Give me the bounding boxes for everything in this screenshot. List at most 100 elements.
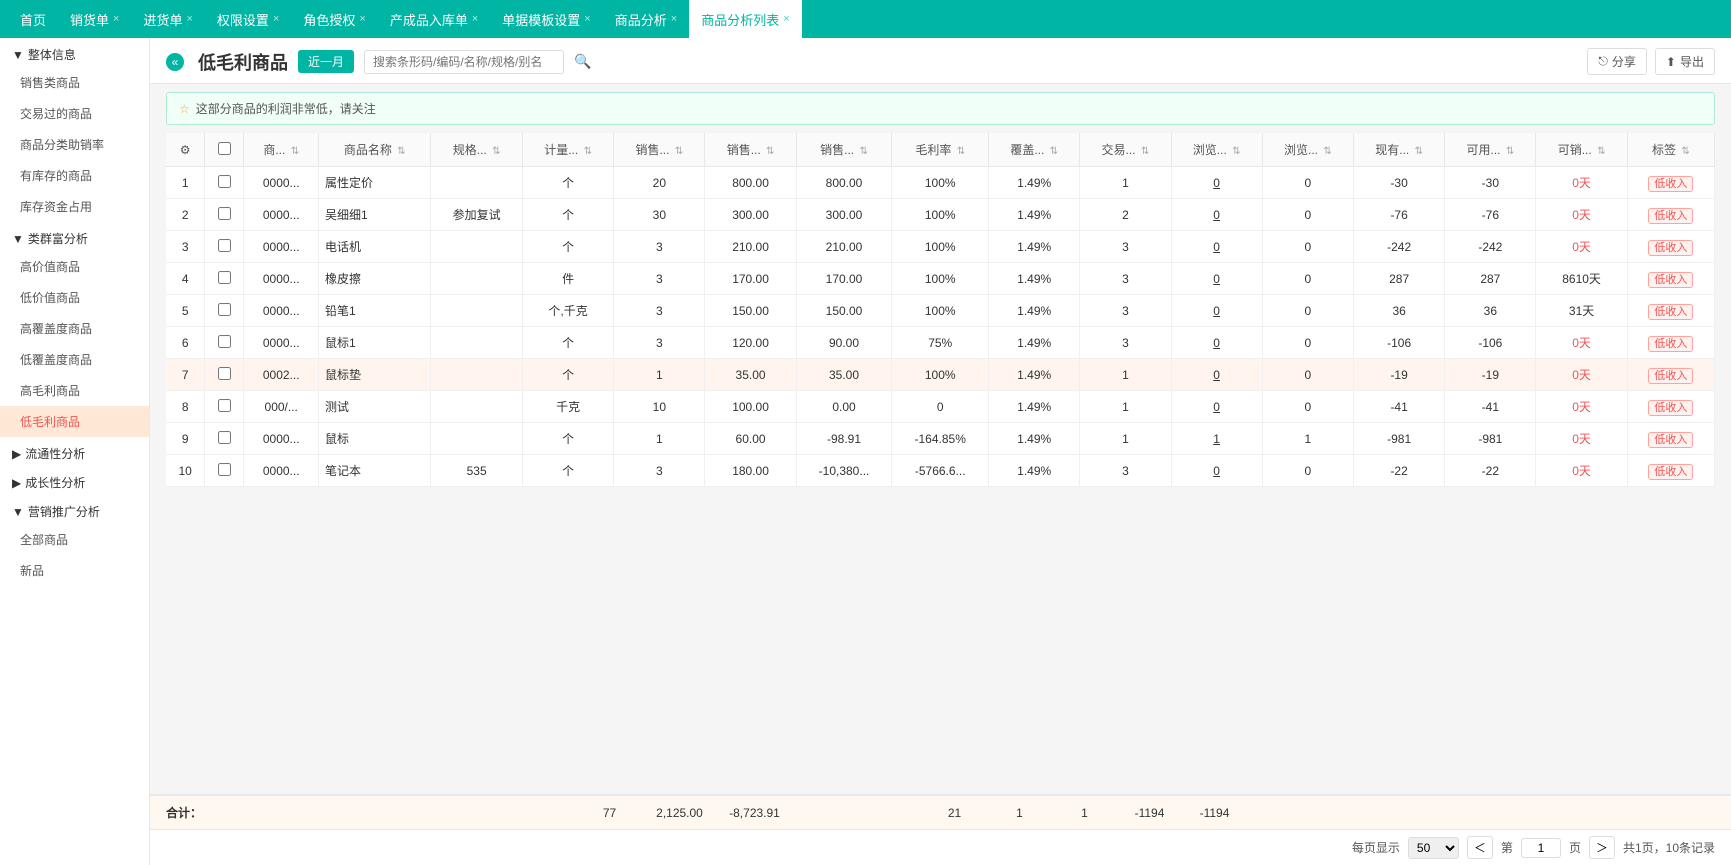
footer-sales3: -8,723.91	[717, 806, 792, 820]
sidebar-item-stock-capital[interactable]: 库存资金占用	[0, 191, 149, 222]
col-gross-rate: 毛利率 ⇅	[892, 133, 989, 167]
footer-available: -1194	[1182, 806, 1247, 820]
row-spec: 535	[431, 455, 523, 487]
row-trades: 3	[1080, 295, 1171, 327]
sidebar-group-growth[interactable]: ▶ 成长性分析	[0, 466, 149, 495]
row-name: 吴细细1	[319, 199, 431, 231]
arrow-right-icon: ▶	[12, 447, 21, 461]
nav-product-warehousing[interactable]: 产成品入库单 ×	[378, 0, 490, 38]
export-button[interactable]: ⬆ 导出	[1655, 48, 1715, 75]
sidebar-item-high-coverage[interactable]: 高覆盖度商品	[0, 313, 149, 344]
nav-sales-order[interactable]: 销货单 ×	[58, 0, 131, 38]
row-browse1: 0	[1171, 231, 1262, 263]
sidebar-group-overall[interactable]: ▼ 整体信息	[0, 38, 149, 67]
sidebar-item-category-rate[interactable]: 商品分类助销率	[0, 129, 149, 160]
row-checkbox[interactable]	[205, 359, 244, 391]
header-actions: ⎋ 分享 ⬆ 导出	[1587, 48, 1715, 75]
nav-product-analysis[interactable]: 商品分析 ×	[603, 0, 689, 38]
row-sales2: 120.00	[705, 327, 796, 359]
row-checkbox[interactable]	[205, 391, 244, 423]
close-product-warehousing-icon[interactable]: ×	[472, 13, 478, 25]
row-browse2: 0	[1262, 231, 1353, 263]
col-sellable: 可销... ⇅	[1536, 133, 1627, 167]
row-checkbox[interactable]	[205, 167, 244, 199]
sidebar-group-marketing[interactable]: ▼ 营销推广分析	[0, 495, 149, 524]
table-row: 2 0000... 吴细细1 参加复试 个 30 300.00 300.00 1…	[166, 199, 1715, 231]
sidebar-item-high-profit[interactable]: 高毛利商品	[0, 375, 149, 406]
row-sales3: 35.00	[796, 359, 892, 391]
sidebar-item-low-value[interactable]: 低价值商品	[0, 282, 149, 313]
nav-template-setting[interactable]: 单据模板设置 ×	[490, 0, 602, 38]
row-checkbox[interactable]	[205, 231, 244, 263]
row-browse1: 0	[1171, 327, 1262, 359]
sidebar-collapse-button[interactable]: «	[166, 53, 184, 71]
sidebar-item-low-coverage[interactable]: 低覆盖度商品	[0, 344, 149, 375]
row-tag: 低收入	[1627, 455, 1714, 487]
row-sales3: 90.00	[796, 327, 892, 359]
row-gross-rate: 100%	[892, 359, 989, 391]
sidebar-item-high-value[interactable]: 高价值商品	[0, 251, 149, 282]
row-available: -981	[1445, 423, 1536, 455]
close-role-auth-icon[interactable]: ×	[359, 13, 365, 25]
next-page-button[interactable]: ＞	[1589, 836, 1615, 859]
row-sales2: 300.00	[705, 199, 796, 231]
search-icon[interactable]: 🔍	[574, 53, 591, 70]
row-sellable: 8610天	[1536, 263, 1627, 295]
share-button[interactable]: ⎋ 分享	[1587, 48, 1647, 75]
row-available: 36	[1445, 295, 1536, 327]
sidebar-item-sales-goods[interactable]: 销售类商品	[0, 67, 149, 98]
search-input[interactable]	[364, 50, 564, 74]
sidebar-item-traded-goods[interactable]: 交易过的商品	[0, 98, 149, 129]
row-sales2: 180.00	[705, 455, 796, 487]
nav-role-auth[interactable]: 角色授权 ×	[291, 0, 377, 38]
row-sales1: 10	[614, 391, 705, 423]
prev-page-button[interactable]: ＜	[1467, 836, 1493, 859]
row-spec	[431, 231, 523, 263]
close-product-analysis-list-icon[interactable]: ×	[783, 13, 789, 25]
nav-purchase-order[interactable]: 进货单 ×	[131, 0, 204, 38]
notice-bar: ☆ 这部分商品的利润非常低，请关注	[166, 92, 1715, 125]
page-size-select[interactable]: 50 20 100	[1408, 837, 1459, 859]
row-unit: 件	[522, 263, 613, 295]
row-no: 4	[166, 263, 205, 295]
page-size-label: 每页显示	[1352, 839, 1400, 856]
nav-product-analysis-list[interactable]: 商品分析列表 ×	[689, 0, 801, 38]
row-no: 1	[166, 167, 205, 199]
row-browse2: 0	[1262, 391, 1353, 423]
select-all-checkbox[interactable]	[218, 142, 231, 155]
sidebar-item-low-profit[interactable]: 低毛利商品	[0, 406, 149, 437]
row-spec	[431, 391, 523, 423]
row-checkbox[interactable]	[205, 327, 244, 359]
row-checkbox[interactable]	[205, 263, 244, 295]
sidebar-group-circulation[interactable]: ▶ 流通性分析	[0, 437, 149, 466]
period-button[interactable]: 近一月	[298, 50, 354, 73]
close-purchase-order-icon[interactable]: ×	[186, 13, 192, 25]
table-row: 4 0000... 橡皮擦 件 3 170.00 170.00 100% 1.4…	[166, 263, 1715, 295]
nav-home[interactable]: 首页	[8, 0, 58, 38]
sidebar-group-cluster[interactable]: ▼ 类群富分析	[0, 222, 149, 251]
table-row: 6 0000... 鼠标1 个 3 120.00 90.00 75% 1.49%…	[166, 327, 1715, 359]
close-template-setting-icon[interactable]: ×	[584, 13, 590, 25]
close-sales-order-icon[interactable]: ×	[113, 13, 119, 25]
col-settings[interactable]: ⚙	[166, 133, 205, 167]
row-checkbox[interactable]	[205, 295, 244, 327]
row-browse1: 0	[1171, 391, 1262, 423]
sidebar-item-all-goods[interactable]: 全部商品	[0, 524, 149, 555]
sidebar-item-new-goods[interactable]: 新品	[0, 555, 149, 586]
row-coverage: 1.49%	[989, 359, 1080, 391]
row-checkbox[interactable]	[205, 455, 244, 487]
row-trades: 1	[1080, 167, 1171, 199]
page-number-input[interactable]	[1521, 838, 1561, 858]
row-sales3: 150.00	[796, 295, 892, 327]
row-checkbox[interactable]	[205, 199, 244, 231]
sidebar-item-stocked-goods[interactable]: 有库存的商品	[0, 160, 149, 191]
nav-permission[interactable]: 权限设置 ×	[205, 0, 291, 38]
close-permission-icon[interactable]: ×	[273, 13, 279, 25]
close-product-analysis-icon[interactable]: ×	[671, 13, 677, 25]
row-no: 5	[166, 295, 205, 327]
col-checkbox[interactable]	[205, 133, 244, 167]
row-sales1: 3	[614, 231, 705, 263]
row-checkbox[interactable]	[205, 423, 244, 455]
row-trades: 3	[1080, 263, 1171, 295]
row-sales1: 1	[614, 423, 705, 455]
